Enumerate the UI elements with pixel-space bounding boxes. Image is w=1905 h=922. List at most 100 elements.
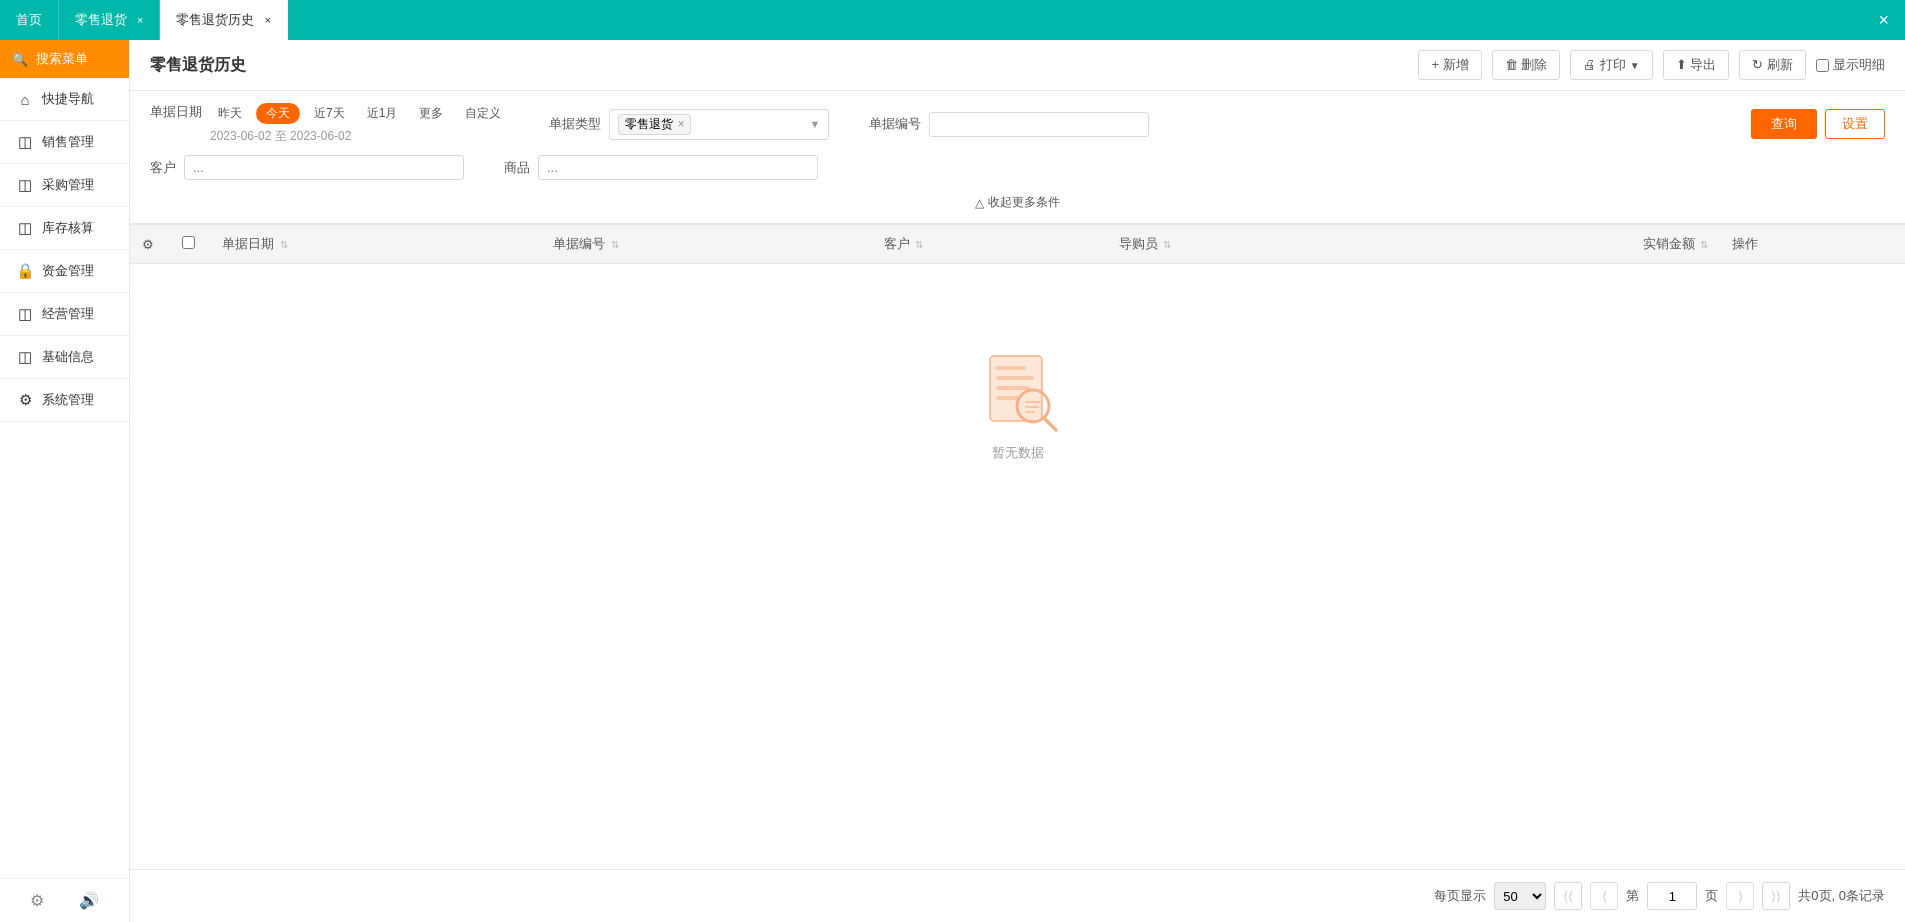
sidebar-item-operations[interactable]: ◫ 经营管理	[0, 293, 129, 336]
column-settings-icon[interactable]: ⚙	[142, 237, 154, 252]
doc-type-tag: 零售退货 ×	[618, 114, 691, 135]
col-settings[interactable]: ⚙	[130, 225, 170, 264]
doc-type-select[interactable]: 零售退货 × ▼	[609, 109, 829, 140]
sidebar-item-quick-nav[interactable]: ⌂ 快捷导航	[0, 78, 129, 121]
date-label: 单据日期	[150, 103, 202, 121]
pagination: 每页显示 20 50 100 ⟨⟨ ⟨ 第 页 ⟩ ⟩⟩ 共0页, 0条记录	[130, 869, 1905, 922]
close-tab-retail-return[interactable]: ×	[137, 14, 143, 26]
filter-row-1: 单据日期 昨天 今天 近7天 近1月 更多 自定义 2023-06-02 至 2…	[150, 103, 1885, 145]
sidebar-bottom: ⚙ 🔊	[0, 878, 129, 922]
svg-rect-3	[996, 386, 1030, 390]
page-number-input[interactable]	[1647, 882, 1697, 910]
setting-button[interactable]: 设置	[1825, 109, 1885, 139]
doc-type-tag-close[interactable]: ×	[677, 117, 684, 131]
col-action: 操作	[1720, 225, 1905, 264]
tab-home[interactable]: 首页	[0, 0, 59, 40]
refresh-button[interactable]: ↻ 刷新	[1739, 50, 1806, 80]
date-yesterday[interactable]: 昨天	[210, 103, 250, 124]
date-range-display: 2023-06-02 至 2023-06-02	[210, 128, 509, 145]
show-detail-checkbox[interactable]	[1816, 59, 1829, 72]
table-header: ⚙ 单据日期 ⇅ 单据编号 ⇅	[130, 225, 1905, 264]
date-today[interactable]: 今天	[256, 103, 300, 124]
data-table: ⚙ 单据日期 ⇅ 单据编号 ⇅	[130, 224, 1905, 264]
query-button[interactable]: 查询	[1751, 109, 1817, 139]
col-doc-date[interactable]: 单据日期 ⇅	[210, 225, 541, 264]
filter-row-2: 客户 商品	[150, 155, 1885, 180]
system-icon: ⚙	[16, 391, 34, 409]
next-page-button[interactable]: ⟩	[1726, 882, 1754, 910]
col-guide[interactable]: 导购员 ⇅	[1107, 225, 1390, 264]
tab-retail-return[interactable]: 零售退货 ×	[59, 0, 160, 40]
gear-icon[interactable]: ⚙	[30, 891, 44, 910]
purchase-icon: ◫	[16, 176, 34, 194]
col-customer[interactable]: 客户 ⇅	[872, 225, 1107, 264]
tab-retail-return-history[interactable]: 零售退货历史 ×	[160, 0, 287, 40]
show-detail-checkbox-label[interactable]: 显示明细	[1816, 56, 1885, 74]
page-size-select[interactable]: 20 50 100	[1494, 882, 1546, 910]
add-button[interactable]: + 新增	[1418, 50, 1481, 80]
close-tab-retail-return-history[interactable]: ×	[264, 14, 270, 26]
doc-type-dropdown-icon[interactable]: ▼	[809, 118, 820, 130]
sidebar-item-basic-info[interactable]: ◫ 基础信息	[0, 336, 129, 379]
print-dropdown-icon[interactable]: ▼	[1630, 60, 1640, 71]
print-button[interactable]: 🖨 打印 ▼	[1570, 50, 1653, 80]
goods-filter-group: 商品	[504, 155, 818, 180]
collapse-icon: △	[975, 196, 984, 210]
doc-type-filter-group: 单据类型 零售退货 × ▼	[549, 109, 829, 140]
table-area: ⚙ 单据日期 ⇅ 单据编号 ⇅	[130, 224, 1905, 869]
collapse-button[interactable]: △ 收起更多条件	[975, 194, 1060, 211]
sidebar-search[interactable]: 🔍 搜索菜单	[0, 40, 129, 78]
sort-doc-date-icon[interactable]: ⇅	[280, 239, 288, 250]
close-window-button[interactable]: ×	[1862, 10, 1905, 31]
doc-no-label: 单据编号	[869, 115, 921, 133]
sort-doc-no-icon[interactable]: ⇅	[611, 239, 619, 250]
filter-action-buttons: 查询 设置	[1751, 109, 1885, 139]
sort-guide-icon[interactable]: ⇅	[1163, 239, 1171, 250]
date-1month[interactable]: 近1月	[359, 103, 406, 124]
sort-customer-icon[interactable]: ⇅	[915, 239, 923, 250]
date-shortcuts: 昨天 今天 近7天 近1月 更多 自定义	[210, 103, 509, 124]
last-page-button[interactable]: ⟩⟩	[1762, 882, 1790, 910]
date-custom[interactable]: 自定义	[457, 103, 509, 124]
col-amount[interactable]: 实销金额 ⇅	[1390, 225, 1721, 264]
sidebar-item-sales-mgmt[interactable]: ◫ 销售管理	[0, 121, 129, 164]
delete-button[interactable]: 🗑 删除	[1492, 50, 1561, 80]
content-area: 零售退货历史 + 新增 🗑 删除 🖨 打印 ▼ ⬆ 导出 ↻ 刷新	[130, 40, 1905, 922]
total-info: 共0页, 0条记录	[1798, 887, 1885, 905]
sidebar-item-finance[interactable]: 🔒 资金管理	[0, 250, 129, 293]
customer-filter-group: 客户	[150, 155, 464, 180]
prev-page-button[interactable]: ⟨	[1590, 882, 1618, 910]
select-all-checkbox[interactable]	[182, 236, 195, 249]
empty-text: 暂无数据	[992, 444, 1044, 462]
date-more[interactable]: 更多	[411, 103, 451, 124]
sidebar-item-system-mgmt[interactable]: ⚙ 系统管理	[0, 379, 129, 422]
sidebar-item-purchase-mgmt[interactable]: ◫ 采购管理	[0, 164, 129, 207]
main-layout: 🔍 搜索菜单 ⌂ 快捷导航 ◫ 销售管理 ◫ 采购管理 ◫ 库存核算 🔒 资金管…	[0, 40, 1905, 922]
finance-icon: 🔒	[16, 262, 34, 280]
sidebar-item-inventory[interactable]: ◫ 库存核算	[0, 207, 129, 250]
audio-icon[interactable]: 🔊	[79, 891, 99, 910]
svg-line-6	[1044, 418, 1056, 430]
operations-icon: ◫	[16, 305, 34, 323]
goods-input[interactable]	[538, 155, 818, 180]
col-doc-no[interactable]: 单据编号 ⇅	[541, 225, 872, 264]
customer-label: 客户	[150, 159, 176, 177]
goods-label: 商品	[504, 159, 530, 177]
page-size-label: 每页显示	[1434, 887, 1486, 905]
date-7days[interactable]: 近7天	[306, 103, 353, 124]
doc-no-input[interactable]	[929, 112, 1149, 137]
empty-illustration	[968, 344, 1068, 444]
col-checkbox[interactable]	[170, 225, 210, 264]
basic-info-icon: ◫	[16, 348, 34, 366]
top-bar: 首页 零售退货 × 零售退货历史 × ×	[0, 0, 1905, 40]
header-actions: + 新增 🗑 删除 🖨 打印 ▼ ⬆ 导出 ↻ 刷新 显示明细	[1418, 50, 1885, 80]
page-label: 第	[1626, 887, 1639, 905]
home-icon: ⌂	[16, 90, 34, 108]
page-title: 零售退货历史	[150, 55, 246, 76]
export-button[interactable]: ⬆ 导出	[1663, 50, 1730, 80]
sales-icon: ◫	[16, 133, 34, 151]
sort-amount-icon[interactable]: ⇅	[1700, 239, 1708, 250]
customer-input[interactable]	[184, 155, 464, 180]
first-page-button[interactable]: ⟨⟨	[1554, 882, 1582, 910]
svg-rect-2	[996, 376, 1034, 380]
